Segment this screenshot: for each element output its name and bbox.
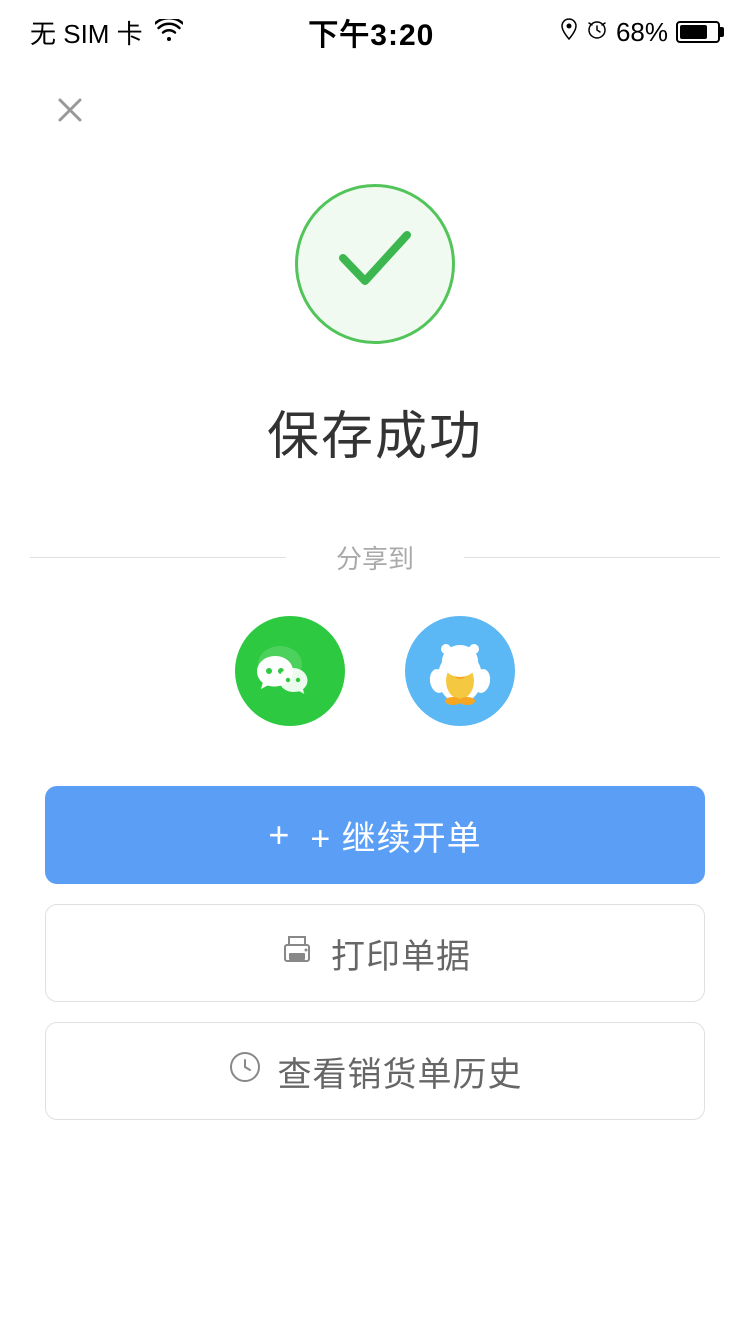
status-right: 68%	[560, 17, 720, 48]
location-icon	[560, 18, 578, 47]
status-bar: 无 SIM 卡 下午3:20 68%	[0, 0, 750, 64]
status-time: 下午3:20	[308, 10, 434, 54]
qq-share-button[interactable]	[405, 616, 515, 726]
print-icon	[279, 933, 315, 974]
share-icons	[235, 616, 515, 726]
main-content: 保存成功 分享到	[0, 64, 750, 1120]
print-label: 打印单据	[331, 929, 471, 978]
status-left: 无 SIM 卡	[30, 14, 183, 51]
print-button[interactable]: 打印单据	[45, 904, 705, 1002]
share-divider: 分享到	[0, 539, 750, 576]
battery-percentage: 68%	[616, 17, 668, 48]
action-buttons: + + 继续开单 打印单据 查看销货单历	[45, 786, 705, 1120]
clock-icon	[228, 1050, 262, 1093]
sim-label: 无 SIM 卡	[30, 14, 143, 51]
plus-icon: +	[268, 814, 290, 856]
continue-button[interactable]: + + 继续开单	[45, 786, 705, 884]
share-label: 分享到	[336, 539, 414, 576]
checkmark-icon	[335, 223, 415, 306]
success-indicator	[295, 184, 455, 344]
wifi-icon	[155, 17, 183, 48]
history-button[interactable]: 查看销货单历史	[45, 1022, 705, 1120]
success-title: 保存成功	[267, 394, 483, 469]
battery-icon	[676, 21, 720, 43]
close-button[interactable]	[40, 80, 100, 140]
alarm-icon	[586, 18, 608, 47]
history-label: 查看销货单历史	[278, 1047, 523, 1096]
share-section: 分享到	[0, 539, 750, 726]
continue-label: + 继续开单	[310, 811, 481, 860]
wechat-share-button[interactable]	[235, 616, 345, 726]
